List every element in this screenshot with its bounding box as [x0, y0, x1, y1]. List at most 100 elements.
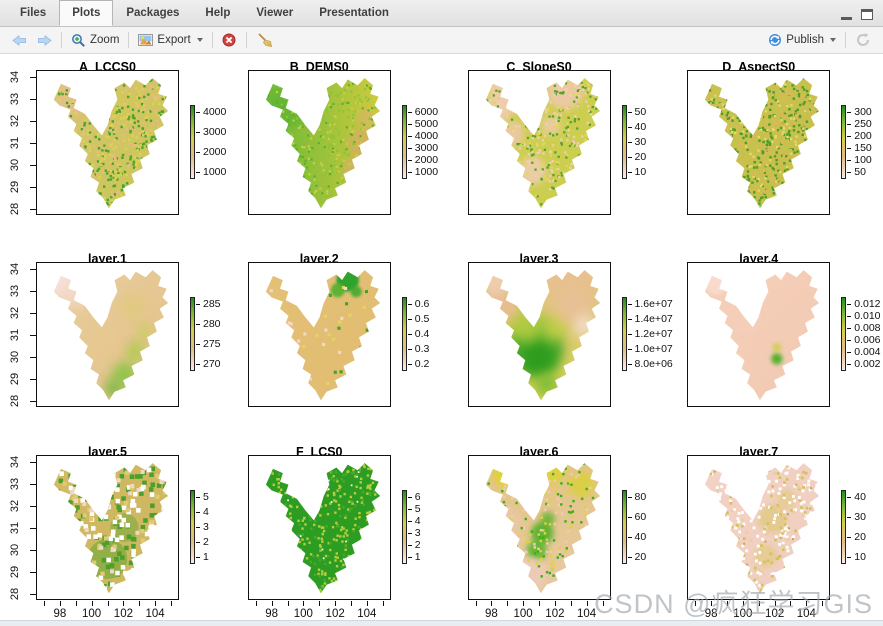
- publish-dropdown-caret-icon: [830, 38, 836, 42]
- tab-presentation[interactable]: Presentation: [306, 0, 402, 26]
- legend-tick-label: 0.008: [854, 322, 880, 334]
- legend-tick: [196, 324, 200, 325]
- legend-tick: [847, 136, 851, 137]
- legend-tick: [408, 545, 412, 546]
- legend-tick-label: 20: [635, 151, 647, 163]
- y-axis-tick: [30, 379, 36, 380]
- x-axis-tick: [303, 601, 304, 606]
- legend-tick: [847, 328, 851, 329]
- y-axis-label: 34: [8, 261, 22, 277]
- legend-gradient-bar: [841, 490, 846, 564]
- color-legend: 40302010: [841, 455, 883, 600]
- legend-tick: [196, 497, 200, 498]
- export-dropdown-caret-icon: [197, 38, 203, 42]
- clear-all-plots-button[interactable]: [251, 30, 278, 50]
- export-button[interactable]: Export: [133, 32, 207, 48]
- legend-tick-label: 3: [203, 521, 209, 533]
- legend-tick-label: 275: [203, 338, 221, 350]
- raster-map: [37, 456, 178, 599]
- legend-tick: [847, 124, 851, 125]
- legend-tick-label: 0.5: [415, 313, 430, 325]
- legend-tick: [847, 497, 851, 498]
- legend-tick-label: 2: [415, 539, 421, 551]
- legend-tick: [196, 132, 200, 133]
- legend-tick: [628, 127, 632, 128]
- legend-tick: [196, 364, 200, 365]
- legend-gradient-bar: [622, 105, 627, 179]
- y-axis-label: 31: [8, 520, 22, 536]
- tab-help[interactable]: Help: [192, 0, 243, 26]
- y-axis-label: 32: [8, 113, 22, 129]
- x-axis-label: 100: [514, 608, 533, 620]
- x-axis-tick: [383, 601, 384, 606]
- back-arrow-icon: [12, 34, 27, 47]
- forward-button[interactable]: [32, 32, 57, 49]
- legend-tick: [408, 521, 412, 522]
- x-axis-tick: [256, 601, 257, 606]
- raster-map: [688, 71, 829, 214]
- y-axis-label: 29: [8, 179, 22, 195]
- zoom-button[interactable]: Zoom: [66, 31, 124, 50]
- legend-tick: [847, 537, 851, 538]
- legend-gradient-bar: [841, 297, 846, 371]
- x-axis-tick: [60, 601, 61, 606]
- legend-tick-label: 20: [854, 531, 866, 543]
- tab-packages[interactable]: Packages: [113, 0, 192, 26]
- tab-plots[interactable]: Plots: [59, 0, 113, 26]
- y-axis-label: 28: [8, 201, 22, 217]
- legend-tick: [847, 160, 851, 161]
- legend-tick-label: 50: [635, 106, 647, 118]
- watermark-text: CSDN @疯狂学习GIS: [594, 582, 873, 621]
- y-axis-label: 28: [8, 393, 22, 409]
- color-legend: 0.0120.0100.0080.0060.0040.002: [841, 262, 883, 407]
- publish-icon: [768, 33, 782, 47]
- y-axis-label: 34: [8, 454, 22, 470]
- plot-panel-B_DEMS0: B_DEMS0600050004000300020001000: [224, 55, 444, 247]
- x-axis-tick: [491, 601, 492, 606]
- maximize-pane-icon[interactable]: [861, 9, 873, 20]
- y-axis-tick: [30, 313, 36, 314]
- raster-map: [37, 71, 178, 214]
- y-axis-tick: [30, 506, 36, 507]
- x-axis-label: 98: [53, 608, 66, 620]
- toolbar-separator: [61, 32, 62, 48]
- minimize-pane-icon[interactable]: [841, 10, 852, 20]
- plot-box: [687, 262, 830, 407]
- legend-tick: [847, 172, 851, 173]
- remove-plot-button[interactable]: [217, 31, 242, 50]
- legend-tick: [408, 148, 412, 149]
- legend-tick-label: 5: [415, 503, 421, 515]
- x-axis-tick: [319, 601, 320, 606]
- legend-tick-label: 0.004: [854, 346, 880, 358]
- publish-button[interactable]: Publish: [763, 31, 841, 49]
- legend-tick-label: 5000: [415, 118, 438, 130]
- legend-gradient-bar: [402, 105, 407, 179]
- legend-tick-label: 0.3: [415, 343, 430, 355]
- y-axis-tick: [30, 143, 36, 144]
- plot-panel-layer.5: layer.5343332313029289810010210454321: [4, 440, 224, 620]
- back-button[interactable]: [7, 32, 32, 49]
- plot-box: [36, 262, 179, 407]
- plot-box: [248, 455, 391, 600]
- legend-tick: [847, 517, 851, 518]
- legend-tick: [196, 152, 200, 153]
- y-axis-label: 33: [8, 91, 22, 107]
- toolbar-separator: [128, 32, 129, 48]
- x-axis-label: 98: [485, 608, 498, 620]
- legend-tick-label: 1000: [415, 166, 438, 178]
- y-axis-label: 29: [8, 371, 22, 387]
- legend-tick: [847, 340, 851, 341]
- legend-tick-label: 0.4: [415, 328, 430, 340]
- refresh-icon: [855, 32, 871, 48]
- legend-gradient-bar: [622, 490, 627, 564]
- magnifier-icon: [71, 33, 86, 48]
- y-axis-label: 32: [8, 305, 22, 321]
- legend-tick-label: 3: [415, 527, 421, 539]
- y-axis-tick: [30, 77, 36, 78]
- tab-viewer[interactable]: Viewer: [243, 0, 306, 26]
- legend-tick-label: 10: [854, 551, 866, 563]
- y-axis-tick: [30, 550, 36, 551]
- legend-gradient-bar: [841, 105, 846, 179]
- tab-files[interactable]: Files: [7, 0, 59, 26]
- refresh-button[interactable]: [850, 30, 876, 50]
